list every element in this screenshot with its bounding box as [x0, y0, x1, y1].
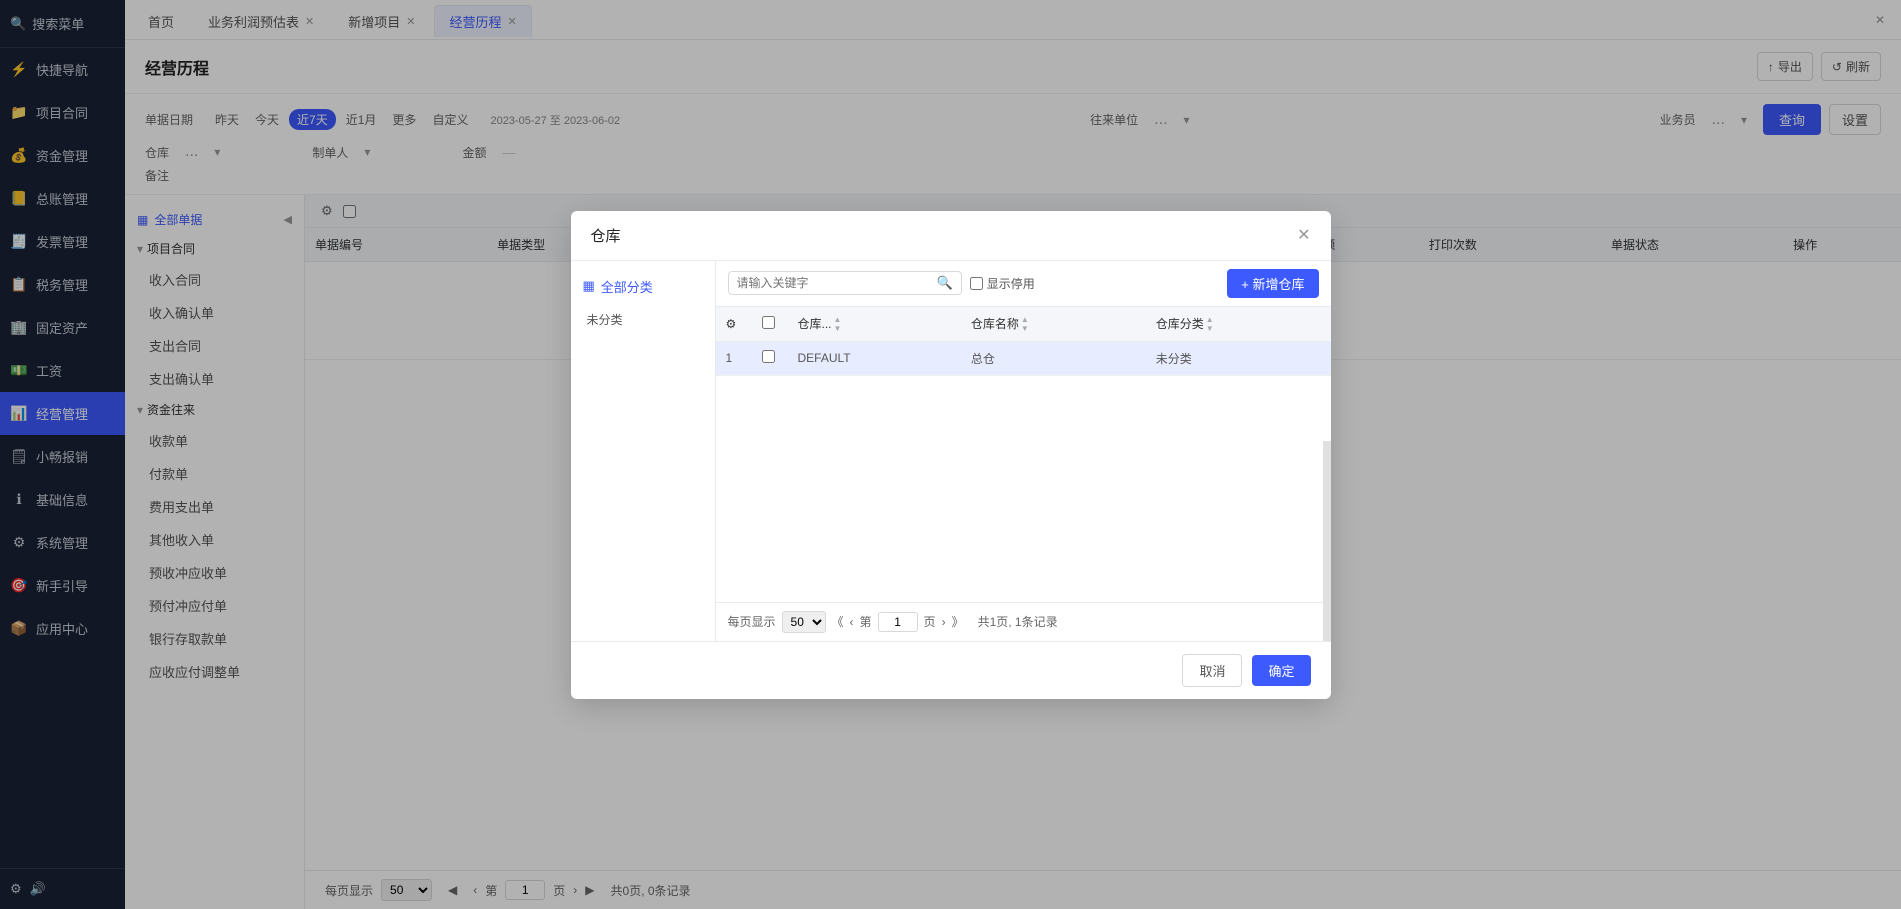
modal-all-category[interactable]: ▦ 全部分类: [571, 269, 715, 304]
modal-title: 仓库: [591, 225, 621, 246]
modal-left-panel: ▦ 全部分类 未分类: [571, 261, 716, 641]
row-check[interactable]: [752, 341, 788, 375]
modal-header: 仓库 ✕: [571, 211, 1331, 261]
col-warehouse-category-label: 仓库分类: [1156, 315, 1204, 332]
col-warehouse-category: 仓库分类 ▲▼: [1146, 307, 1331, 342]
modal-search-input[interactable]: [729, 272, 929, 294]
col-warehouse-code-label: 仓库...: [798, 315, 832, 332]
col-warehouse-name: 仓库名称 ▲▼: [961, 307, 1146, 342]
modal-select-all[interactable]: [762, 316, 775, 329]
modal-page-unit: 页: [924, 613, 936, 630]
modal-right-panel: 🔍 显示停用 + 新增仓库 ⚙: [716, 261, 1331, 641]
modal-first-btn[interactable]: 《: [832, 613, 844, 630]
show-disabled-label: 显示停用: [987, 275, 1035, 292]
modal-page-label: 第: [860, 613, 872, 630]
modal-per-page-label: 每页显示: [728, 613, 776, 630]
modal-last-btn[interactable]: 》: [952, 613, 964, 630]
modal-total-text: 共1页, 1条记录: [978, 613, 1058, 630]
row-num: 1: [716, 341, 752, 375]
add-warehouse-button[interactable]: + 新增仓库: [1227, 269, 1318, 298]
sort-arrows-category: ▲▼: [1206, 315, 1214, 333]
sort-arrows-code: ▲▼: [834, 315, 842, 333]
modal-next-btn[interactable]: ›: [942, 615, 946, 629]
cancel-button[interactable]: 取消: [1182, 654, 1242, 687]
disabled-checkbox-input[interactable]: [970, 277, 983, 290]
modal-per-page-select[interactable]: 50: [782, 611, 826, 633]
modal-table-row[interactable]: 1 DEFAULT 总仓 未分类: [716, 341, 1331, 375]
modal-footer: 取消 确定: [571, 641, 1331, 699]
row-name: 总仓: [961, 341, 1146, 375]
show-disabled-checkbox[interactable]: 显示停用: [970, 275, 1035, 292]
row-category: 未分类: [1146, 341, 1331, 375]
modal-scrollbar[interactable]: [1323, 441, 1331, 641]
modal-prev-btn[interactable]: ‹: [850, 615, 854, 629]
category-grid-icon: ▦: [583, 278, 595, 294]
modal-close-button[interactable]: ✕: [1297, 225, 1310, 245]
modal-pagination: 每页显示 50 《 ‹ 第 页 › 》 共1页, 1条记录: [716, 602, 1331, 641]
sort-arrows-name: ▲▼: [1021, 315, 1029, 333]
modal-page-input[interactable]: [878, 612, 918, 632]
modal-body: ▦ 全部分类 未分类 🔍 显示停用 + 新增仓库: [571, 261, 1331, 641]
row-code: DEFAULT: [788, 341, 961, 375]
modal-table: ⚙ 仓库... ▲▼ 仓库名称 ▲: [716, 307, 1331, 602]
all-category-label: 全部分类: [601, 277, 653, 296]
modal-toolbar: 🔍 显示停用 + 新增仓库: [716, 261, 1331, 307]
modal-search-icon: 🔍: [929, 275, 961, 291]
confirm-button[interactable]: 确定: [1252, 655, 1310, 686]
warehouse-modal: 仓库 ✕ ▦ 全部分类 未分类 🔍 显示停用: [571, 211, 1331, 699]
col-settings-icon: ⚙: [726, 317, 737, 331]
modal-category-未分类[interactable]: 未分类: [571, 304, 715, 335]
col-warehouse-name-label: 仓库名称: [971, 315, 1019, 332]
col-check: [752, 307, 788, 342]
col-warehouse-code: 仓库... ▲▼: [788, 307, 961, 342]
col-settings: ⚙: [716, 307, 752, 342]
